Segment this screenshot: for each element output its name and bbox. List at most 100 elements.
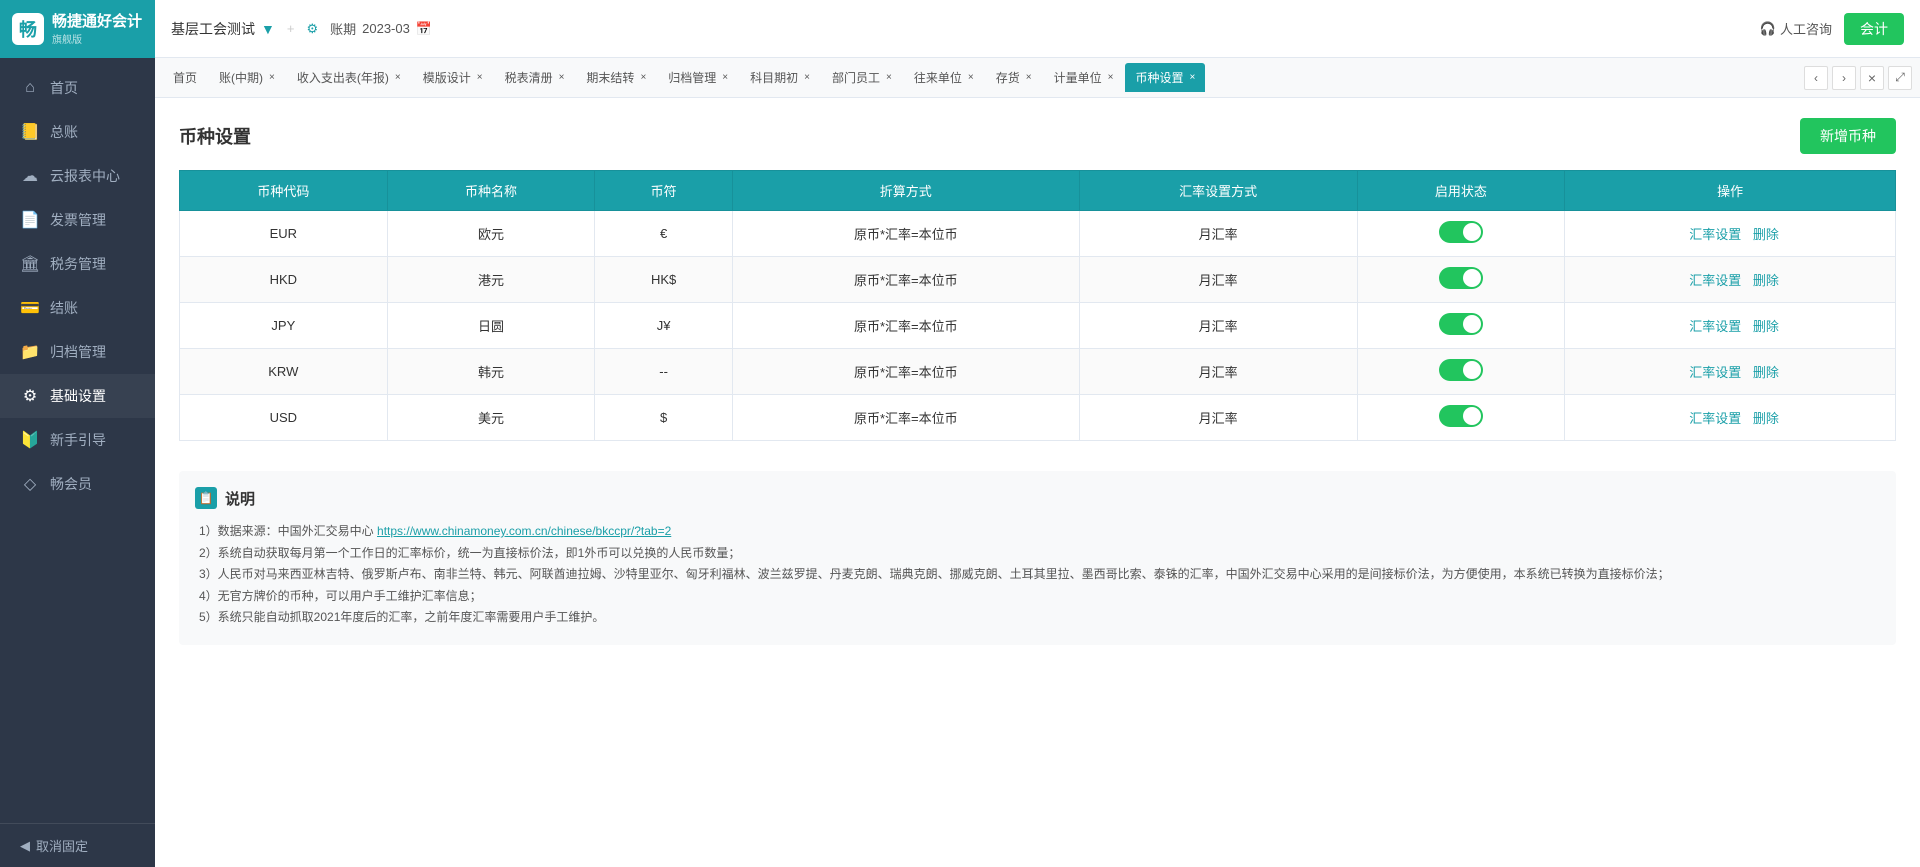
note-item-2: 2）系统自动获取每月第一个工作日的汇率标价，统一为直接标价法，即1外币可以兑换的… <box>195 543 1880 565</box>
sidebar-item-checkout[interactable]: 💳 结账 <box>0 286 155 330</box>
settings-gear-icon[interactable]: ⚙ <box>306 21 318 37</box>
sidebar-item-home[interactable]: ⌂ 首页 <box>0 66 155 110</box>
tab-clients[interactable]: 往来单位 × <box>904 63 984 92</box>
tab-tax-close[interactable]: × <box>559 72 565 83</box>
tab-income[interactable]: 收入支出表(年报) × <box>287 63 411 92</box>
page-title: 币种设置 <box>179 123 251 149</box>
tab-currency-close[interactable]: × <box>1189 72 1195 83</box>
delete-link[interactable]: 删除 <box>1753 273 1779 288</box>
tab-inventory[interactable]: 存货 × <box>986 63 1042 92</box>
cell-symbol: $ <box>595 395 733 441</box>
tab-currency[interactable]: 币种设置 × <box>1125 63 1205 92</box>
sidebar-item-tax[interactable]: 🏛 税务管理 <box>0 242 155 286</box>
sidebar-label-invoice: 发票管理 <box>50 210 106 230</box>
checkout-icon: 💳 <box>20 298 40 318</box>
cell-actions: 汇率设置 删除 <box>1565 395 1896 441</box>
headset-icon: 🎧 <box>1760 21 1776 37</box>
tab-subjects[interactable]: 科目期初 × <box>740 63 820 92</box>
tab-scroll-right[interactable]: › <box>1832 66 1856 90</box>
sidebar-unpin[interactable]: ◀ 取消固定 <box>0 823 155 867</box>
tab-subjects-label: 科目期初 <box>750 69 798 86</box>
tab-expand[interactable]: ⤢ <box>1888 66 1912 90</box>
cell-symbol: J¥ <box>595 303 733 349</box>
tab-template-close[interactable]: × <box>477 72 483 83</box>
col-status: 启用状态 <box>1357 171 1565 211</box>
sidebar-logo: 畅 畅捷通好会计 旗舰版 <box>0 0 155 58</box>
tab-clients-close[interactable]: × <box>968 72 974 83</box>
sidebar-item-member[interactable]: ◇ 畅会员 <box>0 462 155 506</box>
delete-link[interactable]: 删除 <box>1753 227 1779 242</box>
delete-link[interactable]: 删除 <box>1753 411 1779 426</box>
note-item-1: 1）数据来源：中国外汇交易中心 https://www.chinamoney.c… <box>195 521 1880 543</box>
tab-subjects-close[interactable]: × <box>804 72 810 83</box>
tab-dept[interactable]: 部门员工 × <box>822 63 902 92</box>
table-row: EUR 欧元 € 原币*汇率=本位币 月汇率 汇率设置 删除 <box>180 211 1896 257</box>
tab-income-close[interactable]: × <box>395 72 401 83</box>
rate-setting-link[interactable]: 汇率设置 <box>1689 319 1741 334</box>
tab-period-close[interactable]: × <box>269 72 275 83</box>
tab-scroll-left[interactable]: ‹ <box>1804 66 1828 90</box>
rate-setting-link[interactable]: 汇率设置 <box>1689 411 1741 426</box>
tab-period-end-close[interactable]: × <box>640 72 646 83</box>
accounting-button[interactable]: 会计 <box>1844 13 1904 45</box>
rate-setting-link[interactable]: 汇率设置 <box>1689 365 1741 380</box>
tabbar: 首页 账(中期) × 收入支出表(年报) × 模版设计 × 税表清册 × 期末结… <box>155 58 1920 98</box>
tab-template[interactable]: 模版设计 × <box>413 63 493 92</box>
status-toggle[interactable] <box>1439 359 1483 381</box>
status-toggle[interactable] <box>1439 221 1483 243</box>
company-selector[interactable]: 基层工会测试 ▼ <box>171 19 275 39</box>
tab-period-end[interactable]: 期末结转 × <box>576 63 656 92</box>
cell-rate-type: 月汇率 <box>1079 257 1357 303</box>
tab-archive-close[interactable]: × <box>722 72 728 83</box>
tax-icon: 🏛 <box>20 254 40 274</box>
service-button[interactable]: 🎧 人工咨询 <box>1760 19 1832 38</box>
cell-code: JPY <box>180 303 388 349</box>
tab-clients-label: 往来单位 <box>914 69 962 86</box>
tab-period[interactable]: 账(中期) × <box>209 63 285 92</box>
cell-status <box>1357 349 1565 395</box>
tab-close-all[interactable]: × <box>1860 66 1884 90</box>
sidebar-item-guide[interactable]: 🔰 新手引导 <box>0 418 155 462</box>
company-dropdown-icon[interactable]: ▼ <box>261 21 275 37</box>
cell-code: HKD <box>180 257 388 303</box>
col-symbol: 币符 <box>595 171 733 211</box>
tab-unit[interactable]: 计量单位 × <box>1044 63 1124 92</box>
rate-setting-link[interactable]: 汇率设置 <box>1689 227 1741 242</box>
sidebar-item-reports[interactable]: ☁ 云报表中心 <box>0 154 155 198</box>
status-toggle[interactable] <box>1439 313 1483 335</box>
cell-name: 港元 <box>387 257 595 303</box>
table-row: USD 美元 $ 原币*汇率=本位币 月汇率 汇率设置 删除 <box>180 395 1896 441</box>
tab-unit-close[interactable]: × <box>1108 72 1114 83</box>
new-currency-button[interactable]: 新增币种 <box>1800 118 1896 154</box>
tab-unit-label: 计量单位 <box>1054 69 1102 86</box>
sidebar-item-invoice[interactable]: 📄 发票管理 <box>0 198 155 242</box>
notes-link[interactable]: https://www.chinamoney.com.cn/chinese/bk… <box>377 524 671 538</box>
sidebar-item-ledger[interactable]: 📒 总账 <box>0 110 155 154</box>
tab-dept-label: 部门员工 <box>832 69 880 86</box>
calendar-icon[interactable]: 📅 <box>416 21 432 37</box>
sidebar-item-archive[interactable]: 📁 归档管理 <box>0 330 155 374</box>
rate-setting-link[interactable]: 汇率设置 <box>1689 273 1741 288</box>
home-icon: ⌂ <box>20 79 40 97</box>
tab-dept-close[interactable]: × <box>886 72 892 83</box>
notes-list: 1）数据来源：中国外汇交易中心 https://www.chinamoney.c… <box>195 521 1880 629</box>
tab-archive[interactable]: 归档管理 × <box>658 63 738 92</box>
tab-inventory-close[interactable]: × <box>1026 72 1032 83</box>
tab-tax[interactable]: 税表清册 × <box>495 63 575 92</box>
status-toggle[interactable] <box>1439 405 1483 427</box>
cell-rate-type: 月汇率 <box>1079 303 1357 349</box>
delete-link[interactable]: 删除 <box>1753 319 1779 334</box>
cell-status <box>1357 395 1565 441</box>
sidebar-item-settings[interactable]: ⚙ 基础设置 <box>0 374 155 418</box>
cell-rate-type: 月汇率 <box>1079 211 1357 257</box>
cell-actions: 汇率设置 删除 <box>1565 349 1896 395</box>
col-action: 操作 <box>1565 171 1896 211</box>
col-name: 币种名称 <box>387 171 595 211</box>
delete-link[interactable]: 删除 <box>1753 365 1779 380</box>
sidebar-label-settings: 基础设置 <box>50 386 106 406</box>
cell-actions: 汇率设置 删除 <box>1565 211 1896 257</box>
status-toggle[interactable] <box>1439 267 1483 289</box>
tab-home[interactable]: 首页 <box>163 63 207 92</box>
notes-title: 📋 说明 <box>195 487 1880 509</box>
cell-symbol: HK$ <box>595 257 733 303</box>
